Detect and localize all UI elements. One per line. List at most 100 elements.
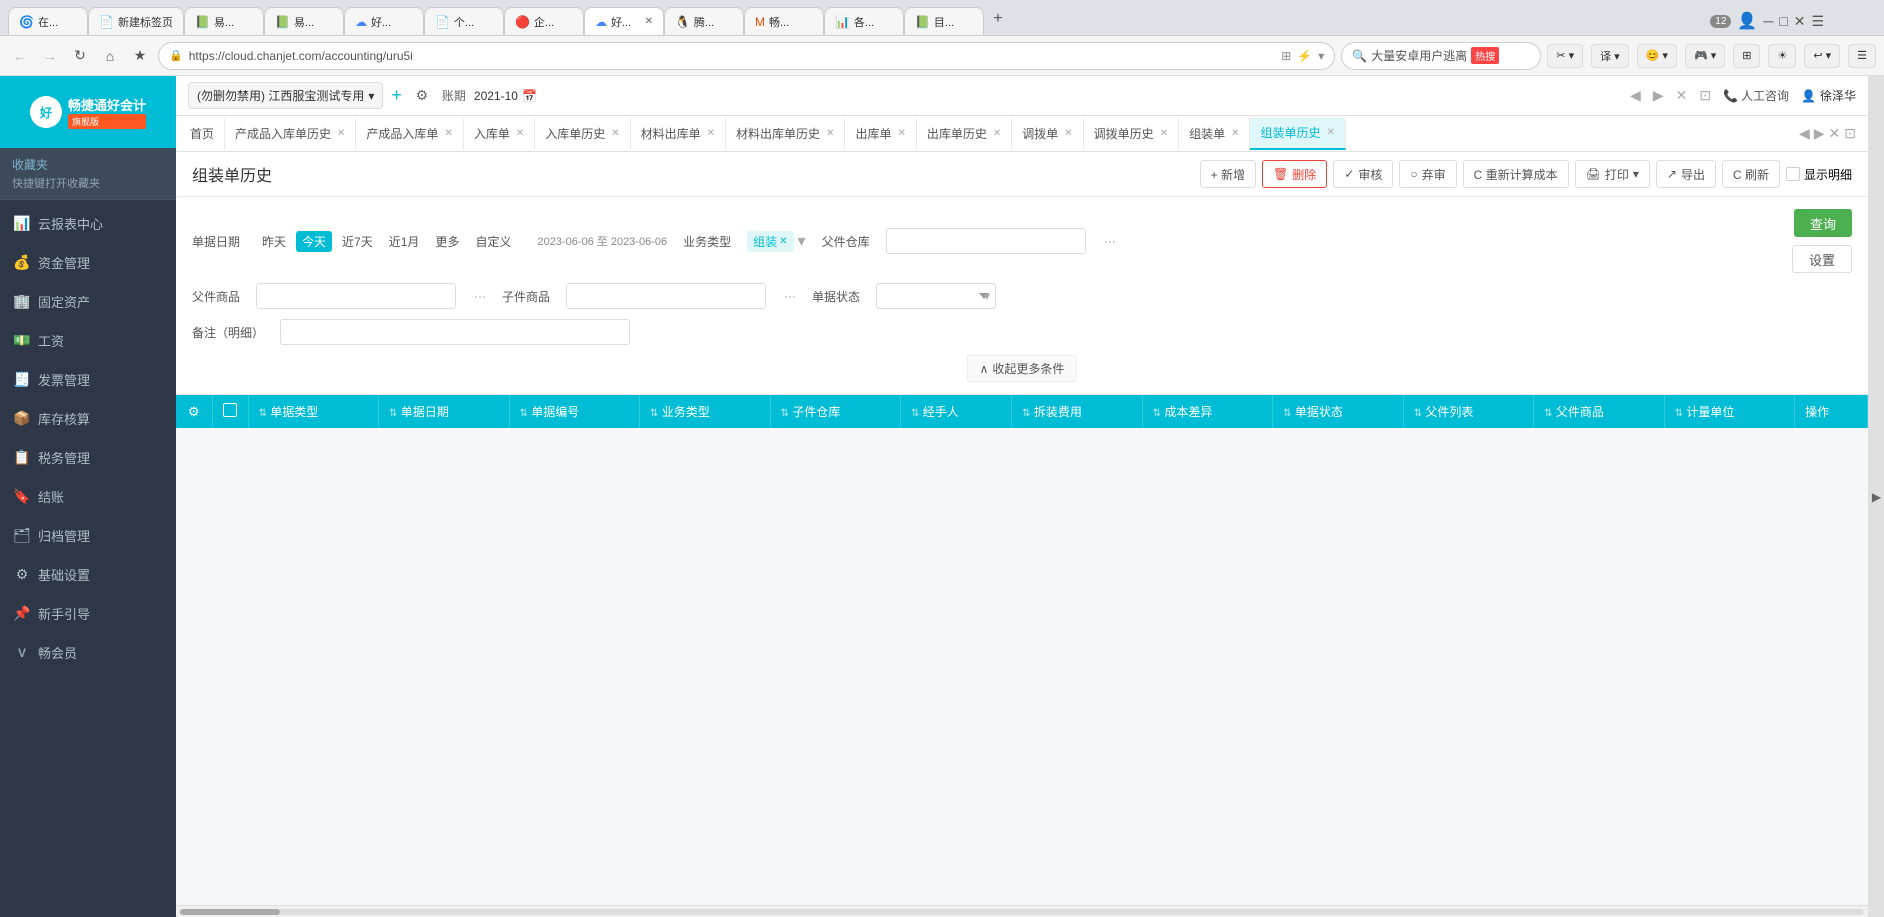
date-today[interactable]: 今天 <box>296 231 332 252</box>
col-biz-type[interactable]: ⇅ 业务类型 <box>640 395 771 428</box>
query-btn[interactable]: 查询 <box>1794 209 1852 237</box>
tab-scroll-right[interactable]: ▶ <box>1814 125 1825 142</box>
date-yesterday[interactable]: 昨天 <box>256 231 292 252</box>
browser-search[interactable]: 🔍 大量安卓用户逃离 热搜 <box>1341 42 1541 70</box>
sidebar-item-reports[interactable]: 📊 云报表中心 <box>0 204 176 243</box>
table-settings-col[interactable]: ⚙ <box>176 395 212 428</box>
sidebar-item-invoice[interactable]: 🧾 发票管理 <box>0 360 176 399</box>
tab-material-out-history[interactable]: 材料出库单历史 ✕ <box>726 118 845 150</box>
period-value[interactable]: 2021-10 📅 <box>474 89 537 103</box>
browser-tab-3[interactable]: 📗易... <box>184 7 264 35</box>
address-bar[interactable]: 🔒 https://cloud.chanjet.com/accounting/u… <box>158 42 1335 70</box>
col-bill-type[interactable]: ⇅ 单据类型 <box>248 395 379 428</box>
tab-menu-btn[interactable]: ⊡ <box>1844 125 1856 142</box>
translate-btn[interactable]: 译 ▾ <box>1591 44 1629 68</box>
collapse-sidebar-btn[interactable]: ◀ <box>1630 87 1641 104</box>
minimize-btn[interactable]: ─ <box>1763 13 1773 29</box>
browser-tab-10[interactable]: 📊各... <box>824 7 904 35</box>
sidebar-item-assets[interactable]: 🏢 固定资产 <box>0 282 176 321</box>
tab-close-10[interactable]: ✕ <box>1160 128 1168 139</box>
sidebar-item-settings[interactable]: ⚙ 基础设置 <box>0 555 176 594</box>
tab-material-out[interactable]: 材料出库单 ✕ <box>631 118 726 150</box>
horizontal-scrollbar[interactable] <box>176 905 1868 917</box>
sidebar-item-tax[interactable]: 📋 税务管理 <box>0 438 176 477</box>
tab-transfer[interactable]: 调拨单 ✕ <box>1012 118 1083 150</box>
col-bill-status[interactable]: ⇅ 单据状态 <box>1273 395 1404 428</box>
settings-icon[interactable]: ⚙ <box>410 84 434 108</box>
forward-btn[interactable]: → <box>38 44 62 68</box>
print-btn[interactable]: 🖨 打印 ▾ <box>1575 160 1650 188</box>
abandon-btn[interactable]: ○ 弃审 <box>1399 160 1456 188</box>
browser-tab-2[interactable]: 📄新建标签页 <box>88 7 184 35</box>
close-btn[interactable]: ✕ <box>1794 13 1806 30</box>
browser-tab-6[interactable]: 📄个... <box>424 7 504 35</box>
browser-tab-4[interactable]: 📗易... <box>264 7 344 35</box>
col-disassemble-fee[interactable]: ⇅ 拆装费用 <box>1012 395 1143 428</box>
child-goods-input[interactable] <box>566 283 766 309</box>
business-type-dropdown[interactable]: ▾ <box>798 231 806 251</box>
tab-close-3[interactable]: ✕ <box>516 128 524 139</box>
dropdown-icon[interactable]: ▾ <box>1318 49 1324 63</box>
child-goods-ellipsis[interactable]: ··· <box>784 289 796 303</box>
date-custom[interactable]: 自定义 <box>469 231 517 252</box>
add-btn[interactable]: + 新增 <box>1200 160 1256 188</box>
table-check-col[interactable] <box>212 395 248 428</box>
delete-btn[interactable]: 🗑 删除 <box>1262 160 1327 188</box>
tab-close-1[interactable]: ✕ <box>337 128 345 139</box>
note-input[interactable] <box>280 319 630 345</box>
sidebar-item-archive[interactable]: 🗂 归档管理 <box>0 516 176 555</box>
home-btn[interactable]: ⌂ <box>98 44 122 68</box>
table-settings-icon[interactable]: ⚙ <box>188 404 200 419</box>
reload-btn[interactable]: ↻ <box>68 44 92 68</box>
tab-close-11[interactable]: ✕ <box>1231 128 1239 139</box>
col-bill-date[interactable]: ⇅ 单据日期 <box>379 395 510 428</box>
tab-close-2[interactable]: ✕ <box>444 128 452 139</box>
grid-btn[interactable]: ⊞ <box>1733 44 1760 68</box>
tab-close-12[interactable]: ✕ <box>1327 127 1335 138</box>
sidebar-item-checkout[interactable]: 🔖 结账 <box>0 477 176 516</box>
tab-close-8[interactable]: ✕ <box>993 128 1001 139</box>
right-panel-collapse[interactable]: ▶ <box>1868 76 1884 917</box>
add-company-btn[interactable]: + <box>391 85 402 106</box>
settings-btn[interactable]: ☰ <box>1848 44 1876 68</box>
col-unit[interactable]: ⇅ 计量单位 <box>1664 395 1795 428</box>
tab-transfer-history[interactable]: 调拨单历史 ✕ <box>1084 118 1179 150</box>
parent-goods-ellipsis[interactable]: ··· <box>474 289 486 303</box>
menu-btn[interactable]: ☰ <box>1811 13 1824 30</box>
tab-in-history[interactable]: 入库单历史 ✕ <box>535 118 630 150</box>
parent-warehouse-input[interactable] <box>886 228 1086 254</box>
new-tab-btn[interactable]: + <box>984 5 1012 33</box>
tab-out-order[interactable]: 出库单 ✕ <box>845 118 916 150</box>
brightness-btn[interactable]: ☀ <box>1768 44 1796 68</box>
qr-icon[interactable]: ⊞ <box>1281 49 1291 63</box>
browser-tab-9[interactable]: M畅... <box>744 7 824 35</box>
select-all-checkbox[interactable] <box>223 403 237 417</box>
scroll-track[interactable] <box>180 909 1864 915</box>
expand-sidebar-btn[interactable]: ▶ <box>1653 87 1664 104</box>
col-child-warehouse[interactable]: ⇅ 子件仓库 <box>770 395 901 428</box>
lightning-icon[interactable]: ⚡ <box>1297 49 1312 63</box>
sidebar-item-salary[interactable]: 💵 工资 <box>0 321 176 360</box>
undo-btn[interactable]: ↩ ▾ <box>1804 44 1840 68</box>
tab-product-in[interactable]: 产成品入库单 ✕ <box>356 118 463 150</box>
scroll-thumb[interactable] <box>180 909 280 915</box>
show-detail-checkbox[interactable] <box>1786 167 1800 181</box>
browser-tab-8[interactable]: 🐧腾... <box>664 7 744 35</box>
sidebar-item-member[interactable]: V 畅会员 <box>0 633 176 672</box>
col-parent-list[interactable]: ⇅ 父件列表 <box>1403 395 1534 428</box>
browser-tab-active[interactable]: ☁好...✕ <box>584 7 664 35</box>
date-1month[interactable]: 近1月 <box>383 231 426 252</box>
date-7days[interactable]: 近7天 <box>336 231 379 252</box>
tab-close-6[interactable]: ✕ <box>826 128 834 139</box>
company-selector[interactable]: (勿删勿禁用) 江西服宝测试专用 ▾ <box>188 82 383 109</box>
tab-close-9[interactable]: ✕ <box>1064 128 1072 139</box>
col-parent-goods[interactable]: ⇅ 父件商品 <box>1534 395 1665 428</box>
tab-close-5[interactable]: ✕ <box>707 128 715 139</box>
refresh-btn[interactable]: C 刷新 <box>1722 160 1780 188</box>
browser-tab-5[interactable]: ☁好... <box>344 7 424 35</box>
favorite-sub[interactable]: 快捷键打开收藏夹 <box>12 175 164 191</box>
sidebar-item-inventory[interactable]: 📦 库存核算 <box>0 399 176 438</box>
bookmark-btn[interactable]: ★ <box>128 44 152 68</box>
sidebar-item-funds[interactable]: 💰 资金管理 <box>0 243 176 282</box>
col-handler[interactable]: ⇅ 经手人 <box>901 395 1012 428</box>
